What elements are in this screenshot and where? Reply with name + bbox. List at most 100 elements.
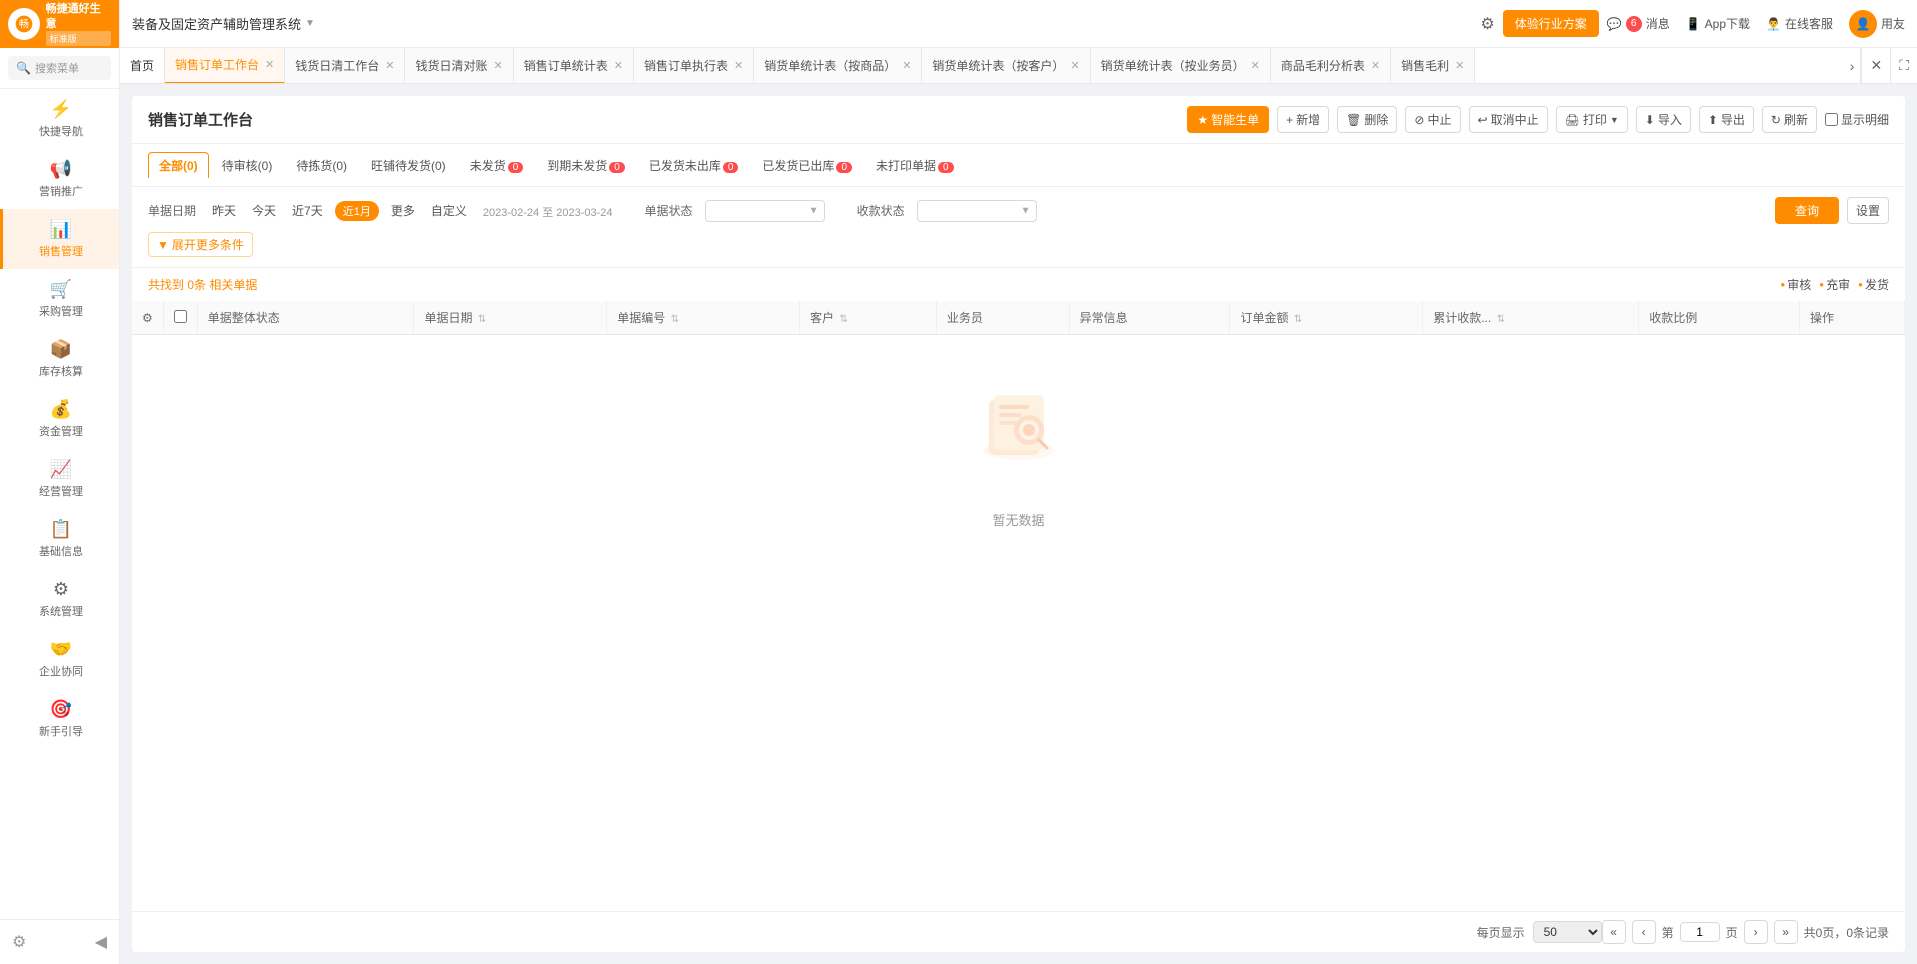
tab-sales-order-workbench[interactable]: 销售订单工作台 ✕	[165, 48, 285, 84]
tab-close-icon-6[interactable]: ✕	[902, 59, 911, 72]
sidebar-item-operations[interactable]: 📈 经营管理	[0, 449, 119, 509]
tab-close-icon-7[interactable]: ✕	[1070, 59, 1079, 72]
add-btn[interactable]: + 新增	[1277, 106, 1329, 133]
experience-btn[interactable]: 体验行业方案	[1503, 10, 1599, 37]
query-btn[interactable]: 查询	[1775, 197, 1839, 224]
page-size-select[interactable]: 20 50 100	[1533, 921, 1602, 943]
filter-tab-pending-review[interactable]: 待审核(0)	[211, 152, 284, 178]
date-btn-today[interactable]: 今天	[248, 200, 280, 221]
cancel-stop-btn[interactable]: ↩ 取消中止	[1469, 106, 1548, 133]
th-staff[interactable]: 业务员	[936, 301, 1069, 335]
refresh-btn[interactable]: ↻ 刷新	[1762, 106, 1817, 133]
th-operation[interactable]: 操作	[1800, 301, 1905, 335]
app-download-btn[interactable]: 📱 App下载	[1686, 15, 1750, 32]
expand-filter-btn[interactable]: ▼ 展开更多条件	[148, 232, 253, 257]
prev-page-btn[interactable]: ‹	[1632, 920, 1656, 944]
sidebar-search-box[interactable]: 🔍 搜索菜单	[8, 56, 111, 80]
sidebar-collapse-btn[interactable]: ◀	[91, 928, 111, 956]
un-review-action-btn[interactable]: 充审	[1819, 276, 1850, 293]
tab-close-icon[interactable]: ✕	[265, 58, 274, 71]
sidebar-item-inventory[interactable]: 📦 库存核算	[0, 329, 119, 389]
filter-tab-all[interactable]: 全部(0)	[148, 152, 209, 178]
review-action-btn[interactable]: 审核	[1780, 276, 1811, 293]
th-ratio[interactable]: 收款比例	[1639, 301, 1800, 335]
th-amount[interactable]: 订单金额 ⇅	[1230, 301, 1423, 335]
payment-select[interactable]	[917, 200, 1037, 222]
tab-sales-stats-product[interactable]: 销货单统计表（按商品） ✕	[754, 48, 922, 84]
message-btn[interactable]: 💬 6 消息	[1607, 15, 1670, 32]
sidebar-item-quick-nav[interactable]: ⚡ 快捷导航	[0, 89, 119, 149]
export-btn[interactable]: ⬆ 导出	[1699, 106, 1754, 133]
tab-sales-stats-customer[interactable]: 销货单统计表（按客户） ✕	[922, 48, 1090, 84]
sidebar-item-marketing[interactable]: 📢 营销推广	[0, 149, 119, 209]
first-page-btn[interactable]: «	[1602, 920, 1626, 944]
tab-sales-gross[interactable]: 销售毛利 ✕	[1391, 48, 1475, 84]
tab-sales-order-exec[interactable]: 销售订单执行表 ✕	[634, 48, 754, 84]
topbar-settings-icon[interactable]: ⚙	[1480, 14, 1494, 34]
stop-btn[interactable]: ⊘ 中止	[1405, 106, 1460, 133]
tab-cash-daily[interactable]: 钱货日清工作台 ✕	[285, 48, 405, 84]
tab-close-icon-4[interactable]: ✕	[614, 59, 623, 72]
th-exception[interactable]: 异常信息	[1069, 301, 1230, 335]
filter-tab-pending-pickup[interactable]: 待拣货(0)	[285, 152, 358, 178]
next-page-btn[interactable]: ›	[1744, 920, 1768, 944]
date-btn-yesterday[interactable]: 昨天	[208, 200, 240, 221]
filter-tab-shipped-in[interactable]: 已发货已出库0	[751, 152, 863, 178]
last-page-btn[interactable]: »	[1774, 920, 1798, 944]
date-btn-1month[interactable]: 近1月	[335, 201, 379, 221]
th-number[interactable]: 单据编号 ⇅	[607, 301, 800, 335]
print-btn[interactable]: 🖨 打印 ▼	[1556, 106, 1628, 133]
show-detail-checkbox[interactable]	[1825, 113, 1838, 126]
tab-close-icon-9[interactable]: ✕	[1371, 59, 1380, 72]
tab-sales-order-stats[interactable]: 销售订单统计表 ✕	[514, 48, 634, 84]
th-received[interactable]: 累计收款... ⇅	[1423, 301, 1639, 335]
filter-tab-not-printed[interactable]: 未打印单据0	[865, 152, 965, 178]
tab-close-icon-3[interactable]: ✕	[494, 59, 503, 72]
smart-create-btn[interactable]: ★ 智能生单	[1187, 106, 1269, 133]
th-status[interactable]: 单据整体状态	[197, 301, 414, 335]
status-select[interactable]	[705, 200, 825, 222]
th-customer[interactable]: 客户 ⇅	[799, 301, 936, 335]
tab-close-icon-2[interactable]: ✕	[385, 59, 394, 72]
ship-action-btn[interactable]: 发货	[1858, 276, 1889, 293]
tab-close-all-btn[interactable]: ✕	[1861, 48, 1890, 84]
tab-product-margin[interactable]: 商品毛利分析表 ✕	[1271, 48, 1391, 84]
sidebar-item-guide[interactable]: 🎯 新手引导	[0, 689, 119, 749]
tab-sales-stats-staff[interactable]: 销货单统计表（按业务员） ✕	[1091, 48, 1271, 84]
date-btn-more[interactable]: 更多	[387, 200, 419, 221]
delete-btn[interactable]: 🗑 删除	[1337, 106, 1397, 133]
tab-close-icon-8[interactable]: ✕	[1251, 59, 1260, 72]
filter-tab-wangpu[interactable]: 旺铺待发货(0)	[360, 152, 457, 178]
show-detail-label[interactable]: 显示明细	[1825, 111, 1889, 128]
select-all-checkbox[interactable]	[174, 310, 187, 323]
filter-settings-btn[interactable]: 设置	[1847, 197, 1889, 224]
online-service-btn[interactable]: 👨‍💼 在线客服	[1766, 15, 1833, 32]
page-input[interactable]	[1680, 922, 1720, 942]
sidebar-item-cooperation[interactable]: 🤝 企业协同	[0, 629, 119, 689]
system-dropdown[interactable]: 装备及固定资产辅助管理系统 ▼	[132, 14, 315, 33]
sidebar-item-basic-info[interactable]: 📋 基础信息	[0, 509, 119, 569]
filter-tab-expired[interactable]: 到期未发货0	[536, 152, 636, 178]
sidebar-search-area[interactable]: 🔍 搜索菜单	[0, 48, 119, 89]
tab-fullscreen-btn[interactable]: ⛶	[1890, 48, 1917, 84]
th-date[interactable]: 单据日期 ⇅	[414, 301, 607, 335]
sidebar-item-purchase[interactable]: 🛒 采购管理	[0, 269, 119, 329]
tab-close-icon-5[interactable]: ✕	[734, 59, 743, 72]
filter-tab-shipped-not-in[interactable]: 已发货未出库0	[638, 152, 750, 178]
sidebar-item-system[interactable]: ⚙ 系统管理	[0, 569, 119, 629]
print-arrow-icon: ▼	[1610, 115, 1619, 125]
user-menu-btn[interactable]: 👤 用友	[1849, 10, 1905, 38]
sidebar-item-sales[interactable]: 📊 销售管理	[0, 209, 119, 269]
tab-home[interactable]: 首页	[120, 48, 165, 84]
tab-cash-reconcile[interactable]: 钱货日清对账 ✕	[405, 48, 513, 84]
import-btn[interactable]: ⬇ 导入	[1636, 106, 1691, 133]
date-btn-custom[interactable]: 自定义	[427, 200, 471, 221]
tab-close-icon-10[interactable]: ✕	[1455, 59, 1464, 72]
date-btn-7days[interactable]: 近7天	[288, 200, 327, 221]
sales-label: 销售管理	[39, 243, 83, 259]
filter-tab-not-shipped[interactable]: 未发货0	[459, 152, 535, 178]
th-settings[interactable]: ⚙	[132, 301, 163, 335]
tab-scroll-right-btn[interactable]: ›	[1844, 48, 1862, 84]
sidebar-settings-btn[interactable]: ⚙	[8, 928, 30, 956]
sidebar-item-finance[interactable]: 💰 资金管理	[0, 389, 119, 449]
